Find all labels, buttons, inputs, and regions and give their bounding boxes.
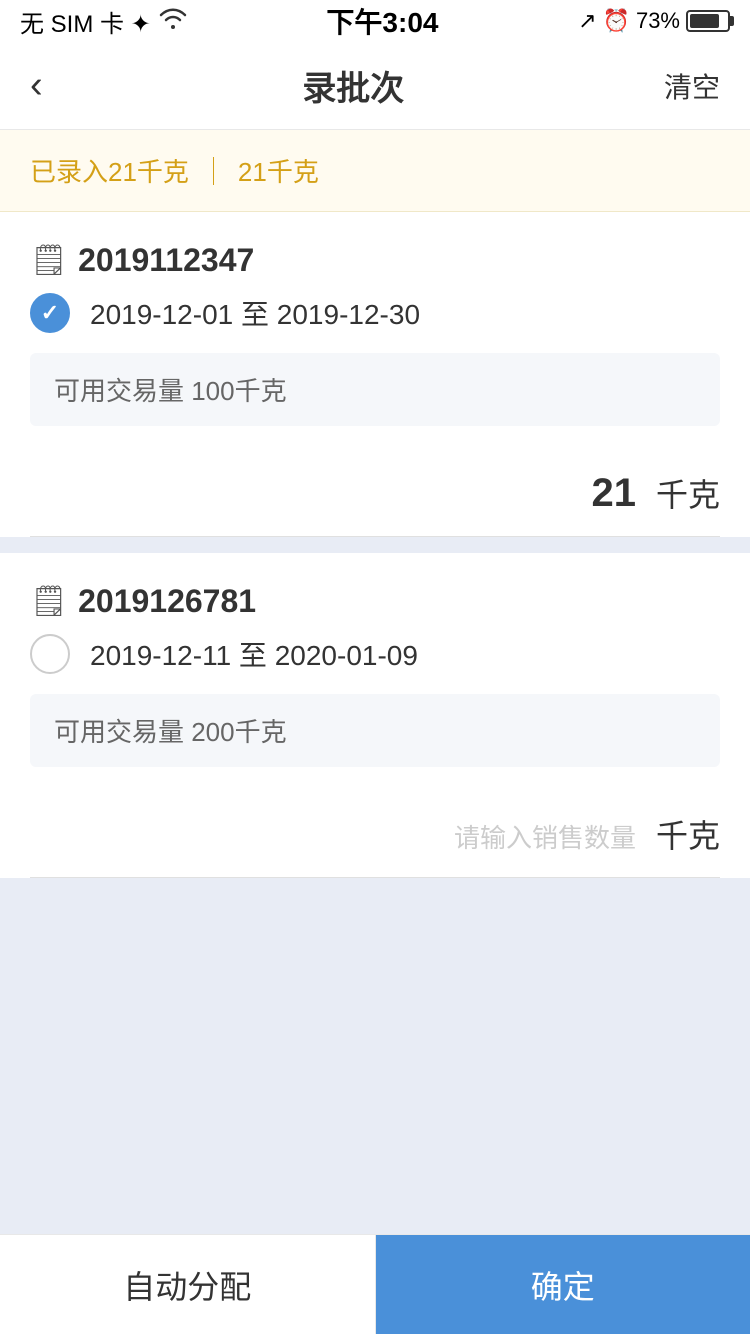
status-left: 无 SIM 卡 ✦ — [20, 4, 187, 39]
summary-amount: 21千克 — [238, 152, 319, 189]
bottom-buttons: 自动分配 确定 — [0, 1234, 750, 1334]
batch-separator — [0, 537, 750, 553]
available-qty-1: 可用交易量 100千克 — [30, 353, 720, 426]
page-title: 录批次 — [302, 61, 404, 110]
bottom-spacer — [0, 878, 750, 1278]
batch-date-1: 2019-12-01 至 2019-12-30 — [90, 293, 420, 333]
batch-id-icon-1: 🗒 — [30, 243, 68, 278]
batch-id-row-1: 🗒 2019112347 — [30, 242, 720, 279]
status-right: ↗ ⏰ 73% — [578, 8, 730, 34]
clear-button[interactable]: 清空 — [664, 66, 720, 106]
alarm-icon: ⏰ — [603, 8, 630, 34]
qty-row-2: 千克 — [0, 791, 750, 877]
status-time: 下午3:04 — [326, 1, 438, 41]
batch-id-1: 2019112347 — [78, 242, 254, 279]
nav-bar: ‹ 录批次 清空 — [0, 42, 750, 130]
status-bar: 无 SIM 卡 ✦ 下午3:04 ↗ ⏰ 73% — [0, 0, 750, 42]
qty-unit-2: 千克 — [656, 811, 720, 857]
wifi-icon — [159, 7, 187, 36]
battery-icon — [686, 10, 730, 32]
qty-unit-1: 千克 — [656, 470, 720, 516]
available-qty-2: 可用交易量 200千克 — [30, 694, 720, 767]
battery-percent: 73% — [636, 8, 680, 34]
auto-distribute-button[interactable]: 自动分配 — [0, 1235, 376, 1334]
batch-date-row-2[interactable]: 2019-12-11 至 2020-01-09 — [30, 634, 720, 674]
summary-divider — [213, 157, 214, 185]
qty-input-2[interactable] — [101, 812, 636, 857]
batch-id-row-2: 🗒 2019126781 — [30, 583, 720, 620]
recorded-label: 已录入21千克 — [30, 152, 189, 189]
qty-row-1: 千克 — [0, 450, 750, 536]
radio-2[interactable] — [30, 634, 70, 674]
batch-date-2: 2019-12-11 至 2020-01-09 — [90, 634, 418, 674]
batch-date-row-1[interactable]: 2019-12-01 至 2019-12-30 — [30, 293, 720, 333]
radio-1[interactable] — [30, 293, 70, 333]
batch-id-icon-2: 🗒 — [30, 584, 68, 619]
confirm-button[interactable]: 确定 — [376, 1235, 750, 1334]
qty-input-1[interactable] — [101, 471, 636, 516]
sim-text: 无 SIM 卡 ✦ — [20, 4, 151, 39]
location-icon: ↗ — [578, 8, 596, 34]
batch-id-2: 2019126781 — [78, 583, 256, 620]
batch-item-2: 🗒 2019126781 2019-12-11 至 2020-01-09 可用交… — [0, 553, 750, 767]
summary-bar: 已录入21千克 21千克 — [0, 130, 750, 212]
batch-item-1: 🗒 2019112347 2019-12-01 至 2019-12-30 可用交… — [0, 212, 750, 426]
back-button[interactable]: ‹ — [30, 64, 43, 107]
